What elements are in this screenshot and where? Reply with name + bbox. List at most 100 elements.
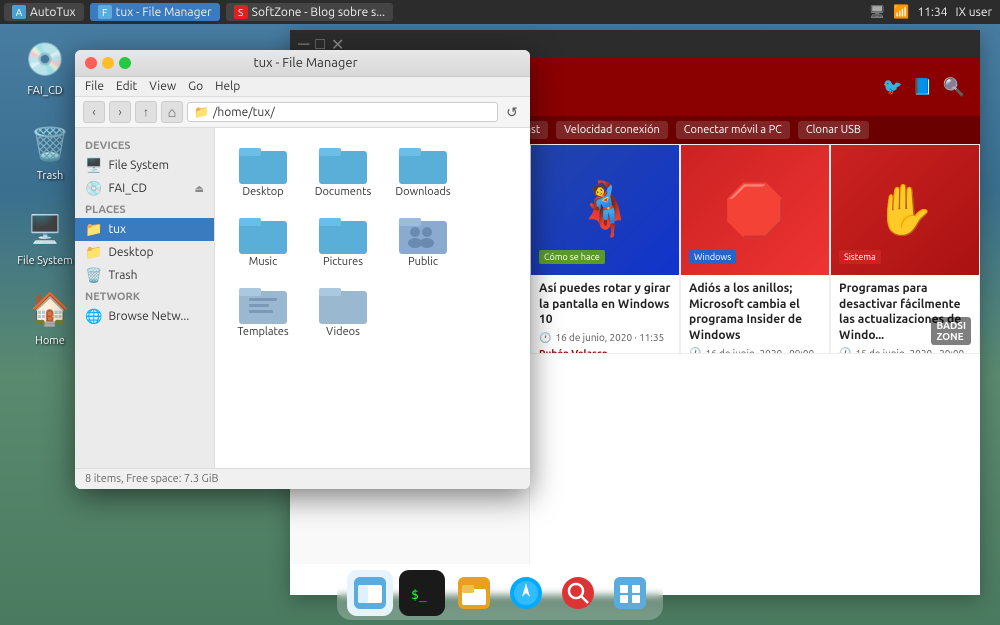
dock-item-terminal[interactable]: $_ — [399, 570, 445, 616]
article-0-date: 16 de junio, 2020 · 11:35 — [555, 332, 664, 343]
public-folder-img — [399, 214, 447, 254]
fm-up-btn[interactable]: ↑ — [135, 101, 157, 123]
fm-folder-videos[interactable]: Videos — [307, 280, 379, 342]
eject-icon[interactable]: ⏏ — [195, 183, 204, 195]
trash-icon: 🗑️ — [26, 120, 74, 168]
topbar-username: IX user — [956, 6, 992, 19]
dock-item-finder[interactable] — [347, 570, 393, 616]
article-0-meta: 🕐 16 de junio, 2020 · 11:35 Rubén Velasc… — [539, 332, 671, 354]
pictures-folder-img — [319, 214, 367, 254]
fm-close-btn[interactable] — [85, 57, 97, 69]
fm-section-devices: DEVICES — [75, 136, 214, 154]
desktop-icon-fai-cd[interactable]: 💿 FAI_CD — [10, 35, 80, 97]
fm-folder-templates[interactable]: Templates — [227, 280, 299, 342]
topbar-app-filemanager[interactable]: F tux - File Manager — [90, 3, 220, 21]
article-2[interactable]: ✋ Sistema Programas para desactivar fáci… — [830, 144, 980, 354]
dock-item-files[interactable] — [451, 570, 497, 616]
fm-titlebar: tux - File Manager — [75, 50, 530, 77]
article-0-icon: 🦸 — [563, 169, 646, 251]
fm-menu-view[interactable]: View — [149, 80, 176, 93]
videos-folder-img — [319, 284, 367, 324]
sidebar-item-network[interactable]: 🌐 Browse Netw... — [75, 305, 214, 328]
dock-item-app6[interactable] — [607, 570, 653, 616]
search-icon[interactable]: 🔍 — [943, 77, 965, 98]
article-1-content: Adiós a los anillos; Microsoft cambia el… — [681, 275, 829, 354]
templates-folder-img — [239, 284, 287, 324]
tray-network-icon: 📶 — [893, 5, 909, 20]
sidebar-item-tux[interactable]: 📁 tux — [75, 218, 214, 241]
topbar-clock: 11:34 — [918, 6, 948, 19]
fm-home-btn[interactable]: ⌂ — [161, 101, 183, 123]
fm-menu-edit[interactable]: Edit — [116, 80, 137, 93]
pictures-folder-label: Pictures — [323, 256, 363, 268]
sidebar-item-desktop[interactable]: 📁 Desktop — [75, 241, 214, 264]
facebook-icon: 📘 — [913, 77, 933, 98]
fm-window-controls — [85, 57, 131, 69]
topbar-app-autotux[interactable]: A AutoTux — [4, 3, 84, 21]
fm-back-btn[interactable]: ‹ — [83, 101, 105, 123]
article-2-meta: 🕐 15 de junio, 2020 · 20:00 — [839, 347, 971, 354]
article-1-meta: 🕐 16 de junio, 2020 · 09:00 Rubén Velasc… — [689, 347, 821, 354]
desktop-folder-label: Desktop — [242, 186, 283, 198]
article-1-category: Windows — [689, 250, 736, 264]
fm-maximize-btn[interactable] — [119, 57, 131, 69]
dock-item-search[interactable] — [555, 570, 601, 616]
trash-folder-icon: 🗑️ — [85, 267, 102, 284]
fm-menu-file[interactable]: File — [85, 80, 104, 93]
file-manager-window[interactable]: tux - File Manager File Edit View Go Hel… — [75, 50, 530, 489]
nav-item-4[interactable]: Conectar móvil a PC — [676, 121, 790, 139]
fm-forward-btn[interactable]: › — [109, 101, 131, 123]
sidebar-filesystem-label: File System — [108, 159, 169, 172]
downloads-folder-img — [399, 144, 447, 184]
fm-folder-downloads[interactable]: Downloads — [387, 140, 459, 202]
sidebar-item-filesystem[interactable]: 🖥️ File System — [75, 154, 214, 177]
sz-social-icons: 🐦 📘 🔍 — [883, 77, 965, 98]
fm-folder-documents[interactable]: Documents — [307, 140, 379, 202]
svg-text:$_: $_ — [411, 588, 427, 603]
sz-watermark: BADSIZONE — [931, 317, 971, 345]
fm-statusbar: 8 items, Free space: 7.3 GiB — [75, 468, 530, 489]
article-2-category: Sistema — [839, 250, 881, 264]
tux-folder-icon: 📁 — [85, 221, 102, 238]
fm-folder-desktop[interactable]: Desktop — [227, 140, 299, 202]
templates-folder-label: Templates — [237, 326, 288, 338]
sidebar-item-trash[interactable]: 🗑️ Trash — [75, 264, 214, 287]
fai-cd-icon: 💿 — [21, 35, 69, 83]
article-1-date: 16 de junio, 2020 · 09:00 — [705, 348, 814, 354]
desktop-folder-img — [239, 144, 287, 184]
dock-item-safari[interactable] — [503, 570, 549, 616]
music-folder-img — [239, 214, 287, 254]
article-1[interactable]: 🛑 Windows Adiós a los anillos; Microsoft… — [680, 144, 830, 354]
sidebar-item-faicd[interactable]: 💿 FAI_CD ⏏ — [75, 177, 214, 200]
article-2-icon: ✋ — [874, 181, 936, 240]
article-row: 🦸 Cómo se hace Así puedes rotar y girar … — [530, 144, 980, 354]
nav-item-5[interactable]: Clonar USB — [798, 121, 869, 139]
fm-content[interactable]: Desktop Documents — [215, 128, 530, 468]
browser-icon: S — [234, 5, 248, 19]
desktop-icon-file-system[interactable]: 🖥️ File System — [10, 205, 80, 267]
topbar-app-browser[interactable]: S SoftZone - Blog sobre s... — [226, 3, 393, 21]
sidebar-trash-label: Trash — [108, 269, 137, 282]
fm-folder-pictures[interactable]: Pictures — [307, 210, 379, 272]
music-folder-label: Music — [249, 256, 277, 268]
fm-minimize-btn[interactable] — [102, 57, 114, 69]
sz-articles: 🦸 Cómo se hace Así puedes rotar y girar … — [530, 144, 980, 564]
fm-folder-music[interactable]: Music — [227, 210, 299, 272]
fm-path-bar[interactable]: 📁 /home/tux/ — [187, 102, 498, 122]
autotux-icon: A — [12, 5, 26, 19]
article-0[interactable]: 🦸 Cómo se hace Así puedes rotar y girar … — [530, 144, 680, 354]
home-label: Home — [35, 335, 65, 347]
fm-refresh-btn[interactable]: ↺ — [502, 102, 522, 122]
nav-item-3[interactable]: Velocidad conexión — [556, 121, 668, 139]
file-system-label: File System — [17, 255, 73, 267]
article-1-icon: 🛑 — [724, 181, 786, 240]
article-0-content: Así puedes rotar y girar la pantalla en … — [531, 275, 679, 354]
filesystem-icon: 🖥️ — [85, 157, 102, 174]
fm-menu-go[interactable]: Go — [188, 80, 203, 93]
clock-icon: 🕐 — [539, 332, 551, 344]
fm-folder-public[interactable]: Public — [387, 210, 459, 272]
fm-menu-help[interactable]: Help — [215, 80, 240, 93]
fm-title: tux - File Manager — [131, 56, 480, 70]
fm-section-places: PLACES — [75, 200, 214, 218]
topbar-app-browser-label: SoftZone - Blog sobre s... — [252, 6, 385, 19]
